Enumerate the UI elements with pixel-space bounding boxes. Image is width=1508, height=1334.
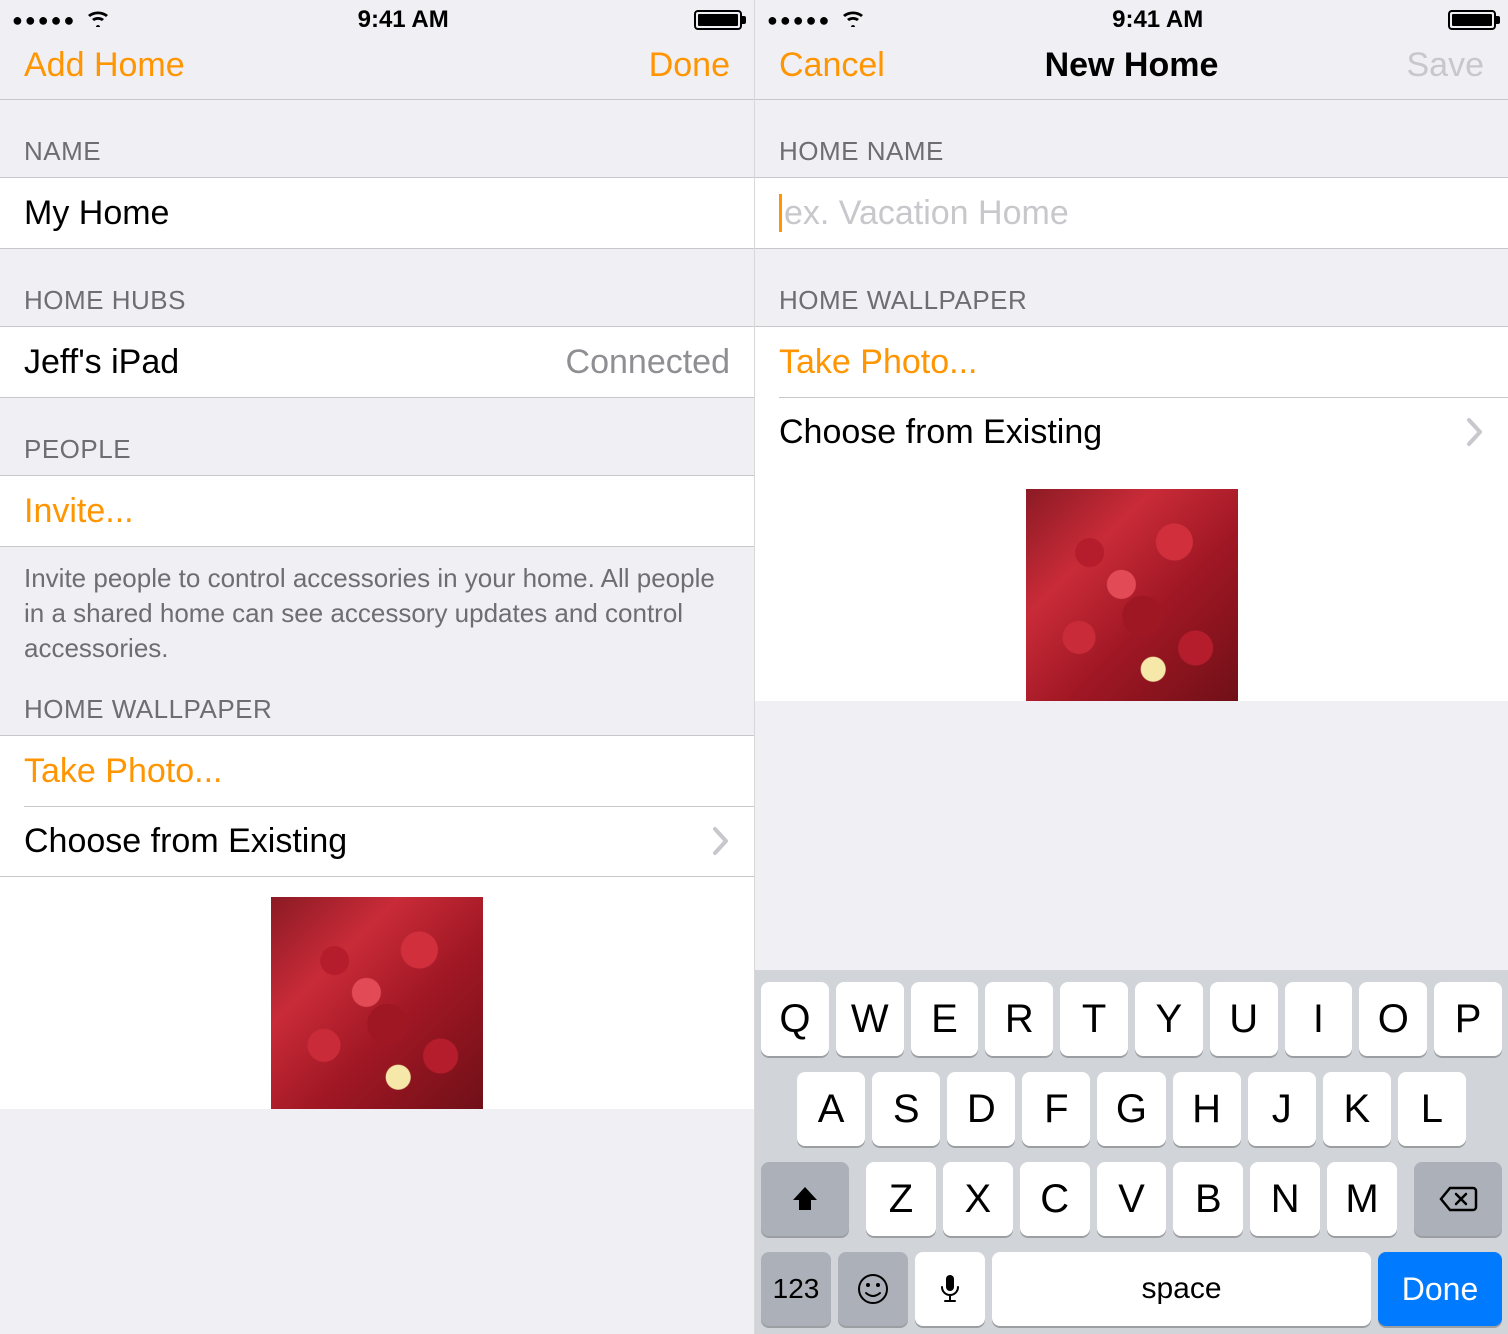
key-r[interactable]: R [985, 982, 1053, 1056]
wallpaper-preview-row [755, 467, 1508, 701]
key-w[interactable]: W [836, 982, 904, 1056]
chevron-right-icon [712, 826, 730, 856]
keyboard: QWERTYUIOP ASDFGHJKL ZXCVBNM 123 [755, 970, 1508, 1334]
wallpaper-thumbnail[interactable] [271, 897, 483, 1109]
key-b[interactable]: B [1173, 1162, 1243, 1236]
keyboard-done-key[interactable]: Done [1378, 1252, 1502, 1326]
key-a[interactable]: A [797, 1072, 865, 1146]
wifi-icon [84, 6, 112, 34]
key-o[interactable]: O [1359, 982, 1427, 1056]
hub-name: Jeff's iPad [24, 343, 179, 382]
section-header-home-name: HOME NAME [755, 100, 1508, 177]
save-button[interactable]: Save [1407, 46, 1485, 85]
key-f[interactable]: F [1022, 1072, 1090, 1146]
key-s[interactable]: S [872, 1072, 940, 1146]
take-photo-button[interactable]: Take Photo... [0, 736, 754, 806]
section-header-home-hubs: HOME HUBS [0, 249, 754, 326]
backspace-key[interactable] [1414, 1162, 1502, 1236]
done-button[interactable]: Done [649, 46, 730, 85]
status-time: 9:41 AM [1112, 6, 1203, 34]
invite-label: Invite... [24, 492, 134, 531]
home-name-input[interactable]: ex. Vacation Home [755, 178, 1508, 248]
key-l[interactable]: L [1398, 1072, 1466, 1146]
key-t[interactable]: T [1060, 982, 1128, 1056]
take-photo-label: Take Photo... [779, 343, 977, 382]
choose-existing-label: Choose from Existing [24, 822, 347, 861]
status-time: 9:41 AM [358, 6, 449, 34]
people-footer-text: Invite people to control accessories in … [0, 547, 754, 674]
nav-bar: Cancel New Home Save [755, 40, 1508, 100]
chevron-right-icon [1466, 417, 1484, 447]
key-h[interactable]: H [1173, 1072, 1241, 1146]
key-q[interactable]: Q [761, 982, 829, 1056]
section-header-wallpaper: HOME WALLPAPER [755, 249, 1508, 326]
nav-bar: Add Home Done [0, 40, 754, 100]
wallpaper-thumbnail[interactable] [1026, 489, 1238, 701]
choose-from-existing-button[interactable]: Choose from Existing [0, 806, 754, 876]
wifi-icon [839, 6, 867, 34]
key-n[interactable]: N [1250, 1162, 1320, 1236]
wallpaper-preview-row [0, 876, 754, 1109]
dictation-key[interactable] [915, 1252, 985, 1326]
key-z[interactable]: Z [866, 1162, 936, 1236]
key-u[interactable]: U [1210, 982, 1278, 1056]
phone-left-home-settings: ●●●●● 9:41 AM Add Home Done NAME My Home… [0, 0, 754, 1334]
keyboard-row-1: QWERTYUIOP [761, 982, 1502, 1056]
cellular-dots-icon: ●●●●● [12, 10, 76, 31]
key-p[interactable]: P [1434, 982, 1502, 1056]
home-name-value: My Home [24, 194, 169, 233]
key-k[interactable]: K [1323, 1072, 1391, 1146]
home-hub-cell[interactable]: Jeff's iPad Connected [0, 327, 754, 397]
take-photo-button[interactable]: Take Photo... [755, 327, 1508, 397]
phone-right-new-home: ●●●●● 9:41 AM Cancel New Home Save HOME … [754, 0, 1508, 1334]
keyboard-row-4: 123 space Done [761, 1252, 1502, 1326]
hub-status: Connected [566, 343, 730, 382]
key-m[interactable]: M [1327, 1162, 1397, 1236]
key-c[interactable]: C [1020, 1162, 1090, 1236]
status-bar: ●●●●● 9:41 AM [0, 0, 754, 40]
key-i[interactable]: I [1285, 982, 1353, 1056]
key-x[interactable]: X [943, 1162, 1013, 1236]
numbers-key[interactable]: 123 [761, 1252, 831, 1326]
section-header-people: PEOPLE [0, 398, 754, 475]
space-key[interactable]: space [992, 1252, 1371, 1326]
invite-button[interactable]: Invite... [0, 476, 754, 546]
key-d[interactable]: D [947, 1072, 1015, 1146]
take-photo-label: Take Photo... [24, 752, 222, 791]
battery-icon [1448, 10, 1496, 30]
key-g[interactable]: G [1097, 1072, 1165, 1146]
battery-icon [694, 10, 742, 30]
key-j[interactable]: J [1248, 1072, 1316, 1146]
keyboard-row-3: ZXCVBNM [761, 1162, 1502, 1236]
add-home-button[interactable]: Add Home [24, 46, 185, 85]
section-header-wallpaper: HOME WALLPAPER [0, 674, 754, 735]
cellular-dots-icon: ●●●●● [767, 10, 831, 31]
shift-key[interactable] [761, 1162, 849, 1236]
emoji-key[interactable] [838, 1252, 908, 1326]
key-e[interactable]: E [911, 982, 979, 1056]
key-y[interactable]: Y [1135, 982, 1203, 1056]
keyboard-row-2: ASDFGHJKL [761, 1072, 1502, 1146]
key-v[interactable]: V [1097, 1162, 1167, 1236]
home-name-cell[interactable]: My Home [0, 178, 754, 248]
section-header-name: NAME [0, 100, 754, 177]
choose-existing-label: Choose from Existing [779, 413, 1102, 452]
cancel-button[interactable]: Cancel [779, 46, 885, 85]
home-name-placeholder: ex. Vacation Home [784, 194, 1069, 233]
text-caret-icon [779, 194, 782, 232]
status-bar: ●●●●● 9:41 AM [755, 0, 1508, 40]
choose-from-existing-button[interactable]: Choose from Existing [755, 397, 1508, 467]
